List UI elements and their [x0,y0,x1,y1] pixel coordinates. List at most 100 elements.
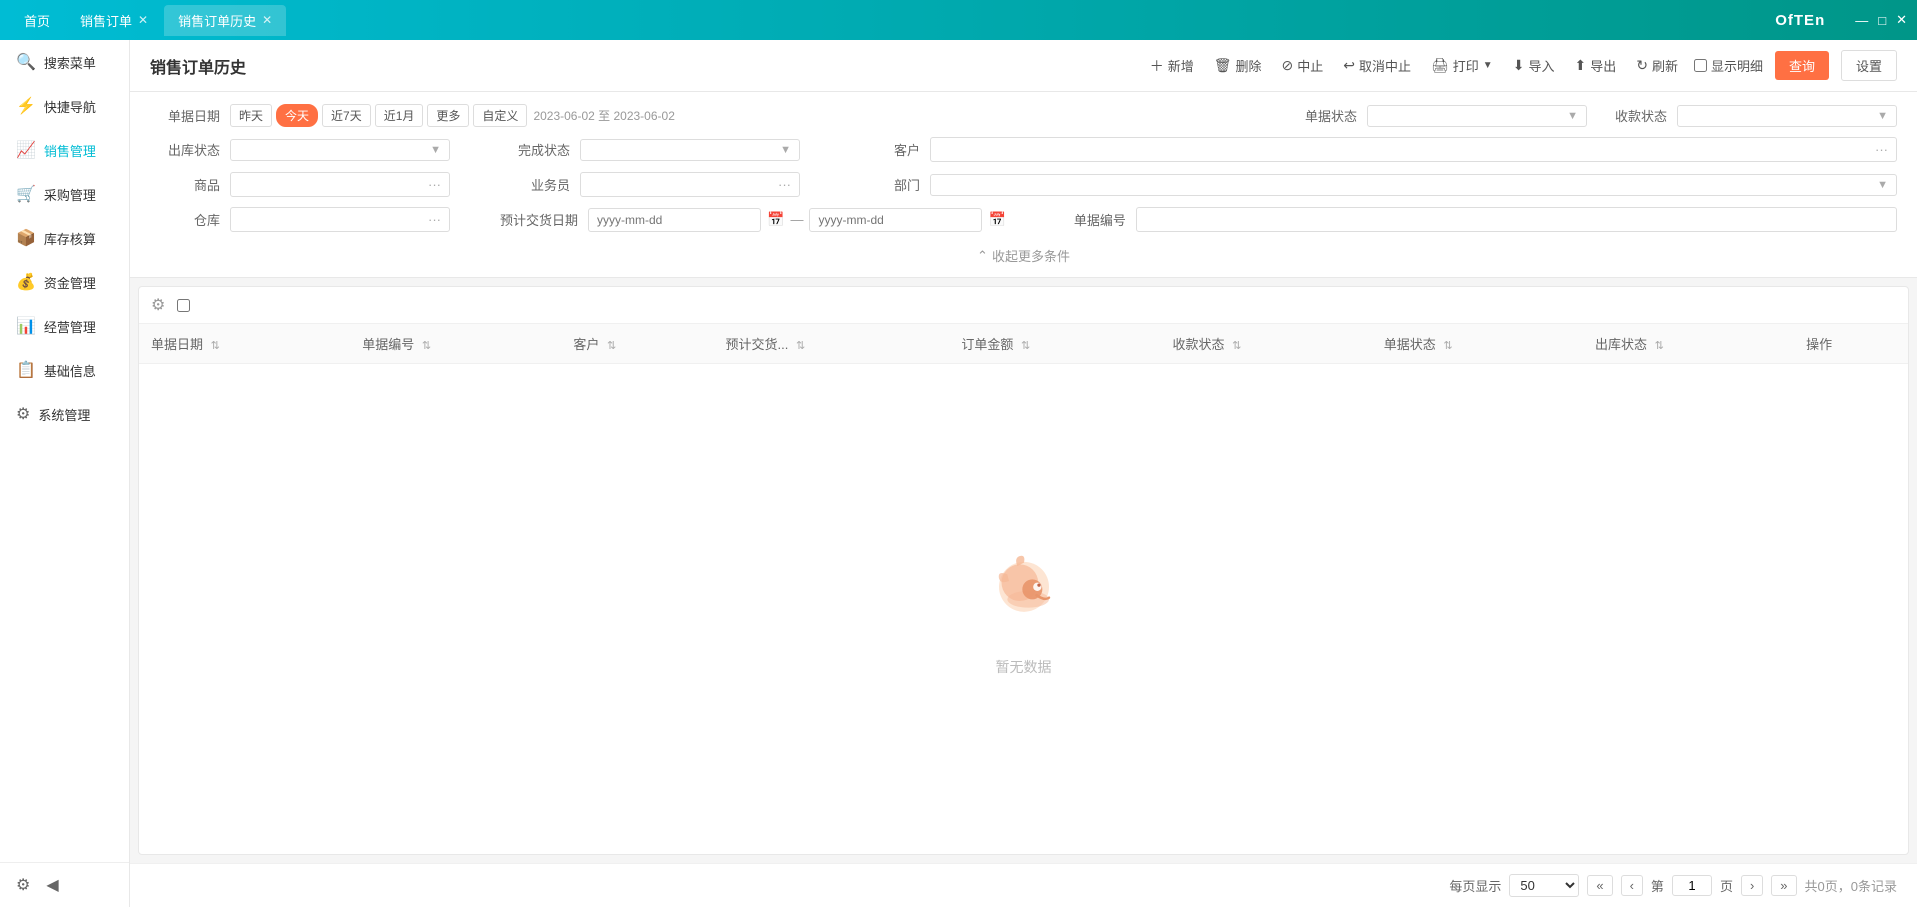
filter-select-dept[interactable]: ▼ [930,174,1897,196]
query-button[interactable]: 查询 [1775,51,1829,80]
date-btn-7days[interactable]: 近7天 [322,104,371,127]
col-doc-date[interactable]: 单据日期 ⇅ [139,324,350,364]
salesperson-dots-icon[interactable]: ··· [778,177,791,192]
col-payment-status[interactable]: 收款状态 ⇅ [1161,324,1372,364]
table-header-row: 单据日期 ⇅ 单据编号 ⇅ 客户 ⇅ 预计交货... [139,324,1908,364]
col-amount-sort[interactable]: ⇅ [1021,340,1030,352]
filter-select-doc-status[interactable]: ▼ [1367,105,1587,127]
sidebar: 🔍 搜索菜单 ⚡ 快捷导航 📈 销售管理 🛒 采购管理 📦 库存核算 💰 资金管… [0,40,130,907]
calendar-start-icon[interactable]: 📅 [767,211,784,228]
filter-row-2: 出库状态 ▼ 完成状态 ▼ 客户 ··· [150,137,1897,162]
sidebar-item-search[interactable]: 🔍 搜索菜单 [0,40,129,84]
filter-select-outbound[interactable]: ▼ [230,139,450,161]
finance-icon: 💰 [16,272,36,292]
export-button[interactable]: ⬆ 导出 [1570,54,1620,77]
delivery-date-start[interactable] [588,208,761,232]
col-doc-number-label: 单据编号 [362,337,414,352]
doc-status-chevron: ▼ [1567,110,1578,122]
close-sales-order-icon[interactable]: ✕ [138,13,148,27]
sidebar-item-sales[interactable]: 📈 销售管理 [0,128,129,172]
add-button[interactable]: ＋ 新增 [1146,54,1198,78]
collapse-sidebar-icon[interactable]: ◀ [46,875,58,895]
sidebar-item-quick-nav[interactable]: ⚡ 快捷导航 [0,84,129,128]
minimize-icon[interactable]: — [1855,13,1868,28]
filter-label-payment-status: 收款状态 [1597,106,1667,125]
next-page-btn[interactable]: › [1741,875,1763,896]
sidebar-item-inventory[interactable]: 📦 库存核算 [0,216,129,260]
sidebar-item-basic-info-label: 基础信息 [44,361,96,380]
col-amount[interactable]: 订单金额 ⇅ [949,324,1160,364]
tab-home[interactable]: 首页 [10,5,64,36]
tab-sales-order[interactable]: 销售订单 ✕ [66,5,162,36]
import-button[interactable]: ⬇ 导入 [1509,54,1559,77]
refresh-icon: ↻ [1636,57,1648,74]
page-number-input[interactable] [1672,875,1712,896]
delivery-date-end[interactable] [809,208,982,232]
date-btn-today[interactable]: 今天 [276,104,318,127]
filter-product-input[interactable]: ··· [230,172,450,197]
window-close-icon[interactable]: ✕ [1896,12,1907,28]
col-payment-status-label: 收款状态 [1173,337,1225,352]
col-doc-date-sort[interactable]: ⇅ [211,340,220,352]
print-button[interactable]: 🖨 打印 ▼ [1427,54,1497,77]
maximize-icon[interactable]: □ [1878,13,1886,28]
col-doc-number-sort[interactable]: ⇅ [422,340,431,352]
filter-label-customer: 客户 [850,140,920,159]
col-payment-status-sort[interactable]: ⇅ [1232,340,1241,352]
last-page-btn[interactable]: » [1771,875,1796,896]
col-customer-sort[interactable]: ⇅ [607,340,616,352]
filter-select-payment-status[interactable]: ▼ [1677,105,1897,127]
display-toggle-checkbox[interactable] [1694,59,1707,72]
col-delivery-sort[interactable]: ⇅ [796,340,805,352]
warehouse-dots-icon[interactable]: ··· [428,212,441,227]
sidebar-item-purchase[interactable]: 🛒 采购管理 [0,172,129,216]
sidebar-item-basic-info[interactable]: 📋 基础信息 [0,348,129,392]
date-btn-1month[interactable]: 近1月 [375,104,424,127]
calendar-end-icon[interactable]: 📅 [988,211,1005,228]
cancel-stop-button[interactable]: ↩ 取消中止 [1339,54,1415,77]
settings-button[interactable]: 设置 [1841,50,1897,81]
col-doc-status[interactable]: 单据状态 ⇅ [1372,324,1583,364]
table-settings-icon[interactable]: ⚙ [151,295,165,315]
col-action-label: 操作 [1806,337,1832,352]
filter-select-complete[interactable]: ▼ [580,139,800,161]
refresh-button[interactable]: ↻ 刷新 [1632,54,1682,77]
prev-page-btn[interactable]: ‹ [1621,875,1643,896]
first-page-btn[interactable]: « [1587,875,1612,896]
filter-row-1: 单据日期 昨天 今天 近7天 近1月 更多 自定义 2023-06-02 至 2… [150,104,1897,127]
col-customer[interactable]: 客户 ⇅ [561,324,713,364]
collapse-filter-btn[interactable]: ⌃ 收起更多条件 [150,242,1897,265]
sidebar-item-finance-label: 资金管理 [44,273,96,292]
customer-dots-icon[interactable]: ··· [1875,142,1888,157]
per-page-select[interactable]: 50 10 20 100 [1509,874,1579,897]
product-dots-icon[interactable]: ··· [428,177,441,192]
close-sales-history-icon[interactable]: ✕ [262,13,272,27]
filter-warehouse-input[interactable]: ··· [230,207,450,232]
collapse-label: 收起更多条件 [992,246,1070,265]
empty-icon [974,541,1074,641]
sidebar-item-system[interactable]: ⚙ 系统管理 [0,392,129,436]
quick-nav-icon: ⚡ [16,96,36,116]
col-outbound-status[interactable]: 出库状态 ⇅ [1583,324,1794,364]
filter-customer-input[interactable]: ··· [930,137,1897,162]
col-doc-number[interactable]: 单据编号 ⇅ [350,324,561,364]
date-btn-more[interactable]: 更多 [427,104,469,127]
settings-bottom-icon[interactable]: ⚙ [16,875,30,895]
filter-salesperson-input[interactable]: ··· [580,172,800,197]
select-all-checkbox[interactable] [177,299,190,312]
sidebar-item-system-label: 系统管理 [38,405,90,424]
col-customer-label: 客户 [573,337,599,352]
col-outbound-status-sort[interactable]: ⇅ [1655,340,1664,352]
sidebar-item-operations[interactable]: 📊 经营管理 [0,304,129,348]
col-doc-status-sort[interactable]: ⇅ [1443,340,1452,352]
tab-sales-history[interactable]: 销售订单历史 ✕ [164,5,286,36]
doc-number-input[interactable] [1136,207,1897,232]
sidebar-item-finance[interactable]: 💰 资金管理 [0,260,129,304]
filter-row-3: 商品 ··· 业务员 ··· 部门 ▼ [150,172,1897,197]
import-label: 导入 [1528,56,1554,75]
date-btn-yesterday[interactable]: 昨天 [230,104,272,127]
col-delivery[interactable]: 预计交货... ⇅ [713,324,949,364]
delete-button[interactable]: 🗑 删除 [1210,54,1266,77]
date-btn-custom[interactable]: 自定义 [473,104,527,127]
stop-button[interactable]: ⊘ 中止 [1278,54,1328,77]
